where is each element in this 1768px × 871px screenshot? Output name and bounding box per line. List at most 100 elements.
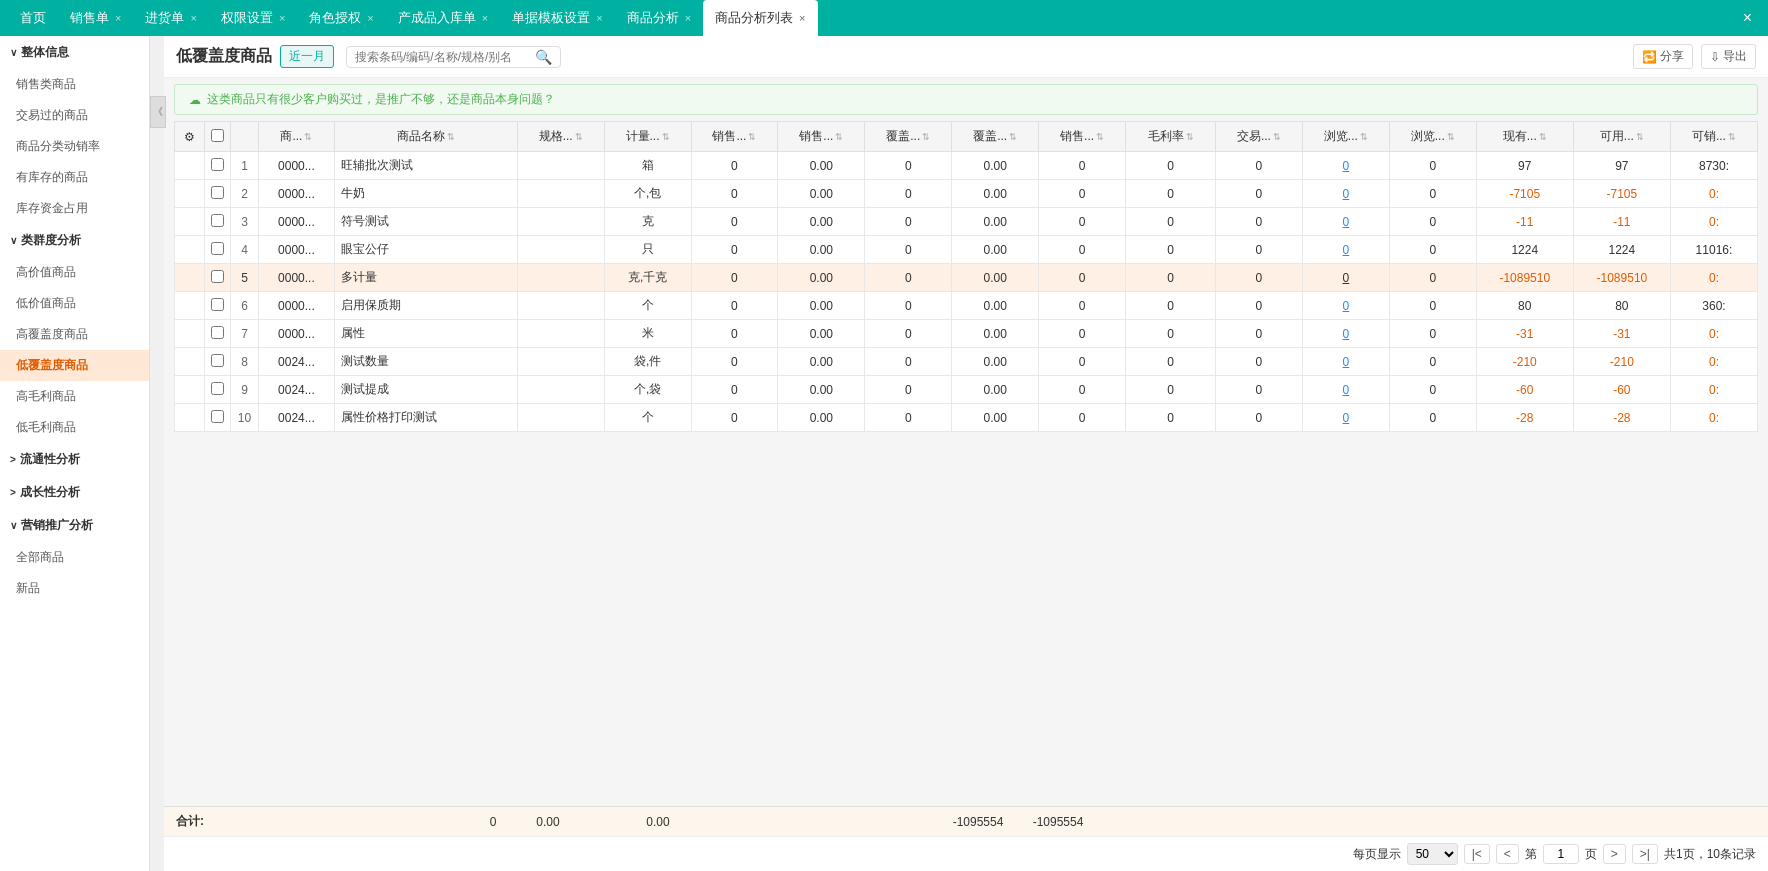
- col-sales-amt[interactable]: 销售...⇅: [778, 122, 865, 152]
- cell-browse1[interactable]: 0: [1302, 264, 1389, 292]
- row-checkbox[interactable]: [211, 186, 224, 199]
- search-input[interactable]: [355, 50, 535, 64]
- sidebar-item-low-margin[interactable]: 低毛利商品: [0, 412, 149, 443]
- cell-checkbox[interactable]: [205, 348, 231, 376]
- data-table-wrapper[interactable]: ⚙ 商...⇅ 商品名称⇅ 规格...⇅ 计量...⇅ 销售...⇅ 销售...…: [174, 121, 1758, 806]
- cell-checkbox[interactable]: [205, 376, 231, 404]
- nav-home[interactable]: 首页: [8, 0, 58, 36]
- cell-browse1[interactable]: 0: [1302, 152, 1389, 180]
- col-cover2[interactable]: 覆盖...⇅: [952, 122, 1039, 152]
- col-browse2[interactable]: 浏览...⇅: [1389, 122, 1476, 152]
- col-gross-rate[interactable]: 毛利率⇅: [1126, 122, 1216, 152]
- sidebar-item-sales-goods[interactable]: 销售类商品: [0, 69, 149, 100]
- row-checkbox[interactable]: [211, 158, 224, 171]
- cell-browse2: 0: [1389, 152, 1476, 180]
- cell-browse1[interactable]: 0: [1302, 180, 1389, 208]
- sidebar-section-overall[interactable]: ∨ 整体信息: [0, 36, 149, 69]
- cell-browse1[interactable]: 0: [1302, 376, 1389, 404]
- cell-checkbox[interactable]: [205, 320, 231, 348]
- sidebar-item-low-coverage[interactable]: 低覆盖度商品: [0, 350, 149, 381]
- sidebar-section-marketing[interactable]: ∨ 营销推广分析: [0, 509, 149, 542]
- cell-browse1[interactable]: 0: [1302, 320, 1389, 348]
- search-icon[interactable]: 🔍: [535, 49, 552, 65]
- cell-checkbox[interactable]: [205, 152, 231, 180]
- sidebar-collapse-button[interactable]: 《: [150, 96, 166, 128]
- row-checkbox[interactable]: [211, 382, 224, 395]
- col-spec[interactable]: 规格...⇅: [517, 122, 604, 152]
- share-button[interactable]: 🔁 分享: [1633, 44, 1693, 69]
- close-purchase-icon[interactable]: ×: [190, 12, 196, 24]
- close-warehouse-icon[interactable]: ×: [482, 12, 488, 24]
- col-available[interactable]: 可用...⇅: [1573, 122, 1670, 152]
- sidebar-section-growth[interactable]: > 成长性分析: [0, 476, 149, 509]
- row-checkbox[interactable]: [211, 298, 224, 311]
- nav-product-warehouse[interactable]: 产成品入库单 ×: [386, 0, 500, 36]
- first-page-button[interactable]: |<: [1464, 844, 1490, 864]
- cell-checkbox[interactable]: [205, 264, 231, 292]
- sidebar-item-high-margin[interactable]: 高毛利商品: [0, 381, 149, 412]
- nav-goods-analysis-list[interactable]: 商品分析列表 ×: [703, 0, 817, 36]
- sidebar-item-all-goods[interactable]: 全部商品: [0, 542, 149, 573]
- col-goods-name[interactable]: 商品名称⇅: [334, 122, 517, 152]
- close-template-icon[interactable]: ×: [596, 12, 602, 24]
- cell-checkbox[interactable]: [205, 404, 231, 432]
- sidebar-item-new-goods[interactable]: 新品: [0, 573, 149, 604]
- close-analysis-icon[interactable]: ×: [685, 12, 691, 24]
- col-unit[interactable]: 计量...⇅: [604, 122, 691, 152]
- nav-template-settings[interactable]: 单据模板设置 ×: [500, 0, 614, 36]
- export-button[interactable]: ⇩ 导出: [1701, 44, 1756, 69]
- close-permissions-icon[interactable]: ×: [279, 12, 285, 24]
- row-checkbox[interactable]: [211, 410, 224, 423]
- col-trade[interactable]: 交易...⇅: [1215, 122, 1302, 152]
- sidebar-item-high-coverage[interactable]: 高覆盖度商品: [0, 319, 149, 350]
- col-sales-qty[interactable]: 销售...⇅: [691, 122, 778, 152]
- sidebar-section-flow[interactable]: > 流通性分析: [0, 443, 149, 476]
- row-checkbox[interactable]: [211, 242, 224, 255]
- col-sellable[interactable]: 可销...⇅: [1670, 122, 1757, 152]
- col-goods-code[interactable]: 商...⇅: [259, 122, 335, 152]
- sidebar-item-stocked-goods[interactable]: 有库存的商品: [0, 162, 149, 193]
- select-all-checkbox[interactable]: [211, 129, 224, 142]
- cell-checkbox[interactable]: [205, 180, 231, 208]
- nav-purchase[interactable]: 进货单 ×: [133, 0, 208, 36]
- settings-icon[interactable]: ⚙: [184, 130, 195, 144]
- close-role-icon[interactable]: ×: [367, 12, 373, 24]
- col-settings[interactable]: ⚙: [175, 122, 205, 152]
- row-checkbox[interactable]: [211, 326, 224, 339]
- cell-browse1[interactable]: 0: [1302, 208, 1389, 236]
- cell-checkbox[interactable]: [205, 236, 231, 264]
- col-browse1[interactable]: 浏览...⇅: [1302, 122, 1389, 152]
- table-row: 4 0000... 眼宝公仔 只 0 0.00 0 0.00 0 0 0 0 0…: [175, 236, 1758, 264]
- filter-period-button[interactable]: 近一月: [280, 45, 334, 68]
- cell-browse1[interactable]: 0: [1302, 236, 1389, 264]
- page-input[interactable]: [1543, 844, 1579, 864]
- row-checkbox[interactable]: [211, 354, 224, 367]
- nav-permissions[interactable]: 权限设置 ×: [209, 0, 297, 36]
- window-close-button[interactable]: ×: [1735, 9, 1760, 27]
- prev-page-button[interactable]: <: [1496, 844, 1519, 864]
- nav-role-auth[interactable]: 角色授权 ×: [297, 0, 385, 36]
- nav-sales[interactable]: 销售单 ×: [58, 0, 133, 36]
- sidebar-item-category-sales-rate[interactable]: 商品分类动销率: [0, 131, 149, 162]
- sidebar-item-traded-goods[interactable]: 交易过的商品: [0, 100, 149, 131]
- close-analysis-list-icon[interactable]: ×: [799, 12, 805, 24]
- col-current[interactable]: 现有...⇅: [1476, 122, 1573, 152]
- row-checkbox[interactable]: [211, 214, 224, 227]
- close-sales-icon[interactable]: ×: [115, 12, 121, 24]
- next-page-button[interactable]: >: [1603, 844, 1626, 864]
- sidebar-section-cluster[interactable]: ∨ 类群度分析: [0, 224, 149, 257]
- last-page-button[interactable]: >|: [1632, 844, 1658, 864]
- cell-checkbox[interactable]: [205, 208, 231, 236]
- sidebar-item-high-value[interactable]: 高价值商品: [0, 257, 149, 288]
- col-sales3[interactable]: 销售...⇅: [1039, 122, 1126, 152]
- page-size-select[interactable]: 20 50 100 200: [1407, 843, 1458, 865]
- row-checkbox[interactable]: [211, 270, 224, 283]
- sidebar-item-inventory-capital[interactable]: 库存资金占用: [0, 193, 149, 224]
- col-cover1[interactable]: 覆盖...⇅: [865, 122, 952, 152]
- cell-browse1[interactable]: 0: [1302, 404, 1389, 432]
- nav-goods-analysis[interactable]: 商品分析 ×: [615, 0, 703, 36]
- cell-browse1[interactable]: 0: [1302, 348, 1389, 376]
- sidebar-item-low-value[interactable]: 低价值商品: [0, 288, 149, 319]
- cell-checkbox[interactable]: [205, 292, 231, 320]
- cell-browse1[interactable]: 0: [1302, 292, 1389, 320]
